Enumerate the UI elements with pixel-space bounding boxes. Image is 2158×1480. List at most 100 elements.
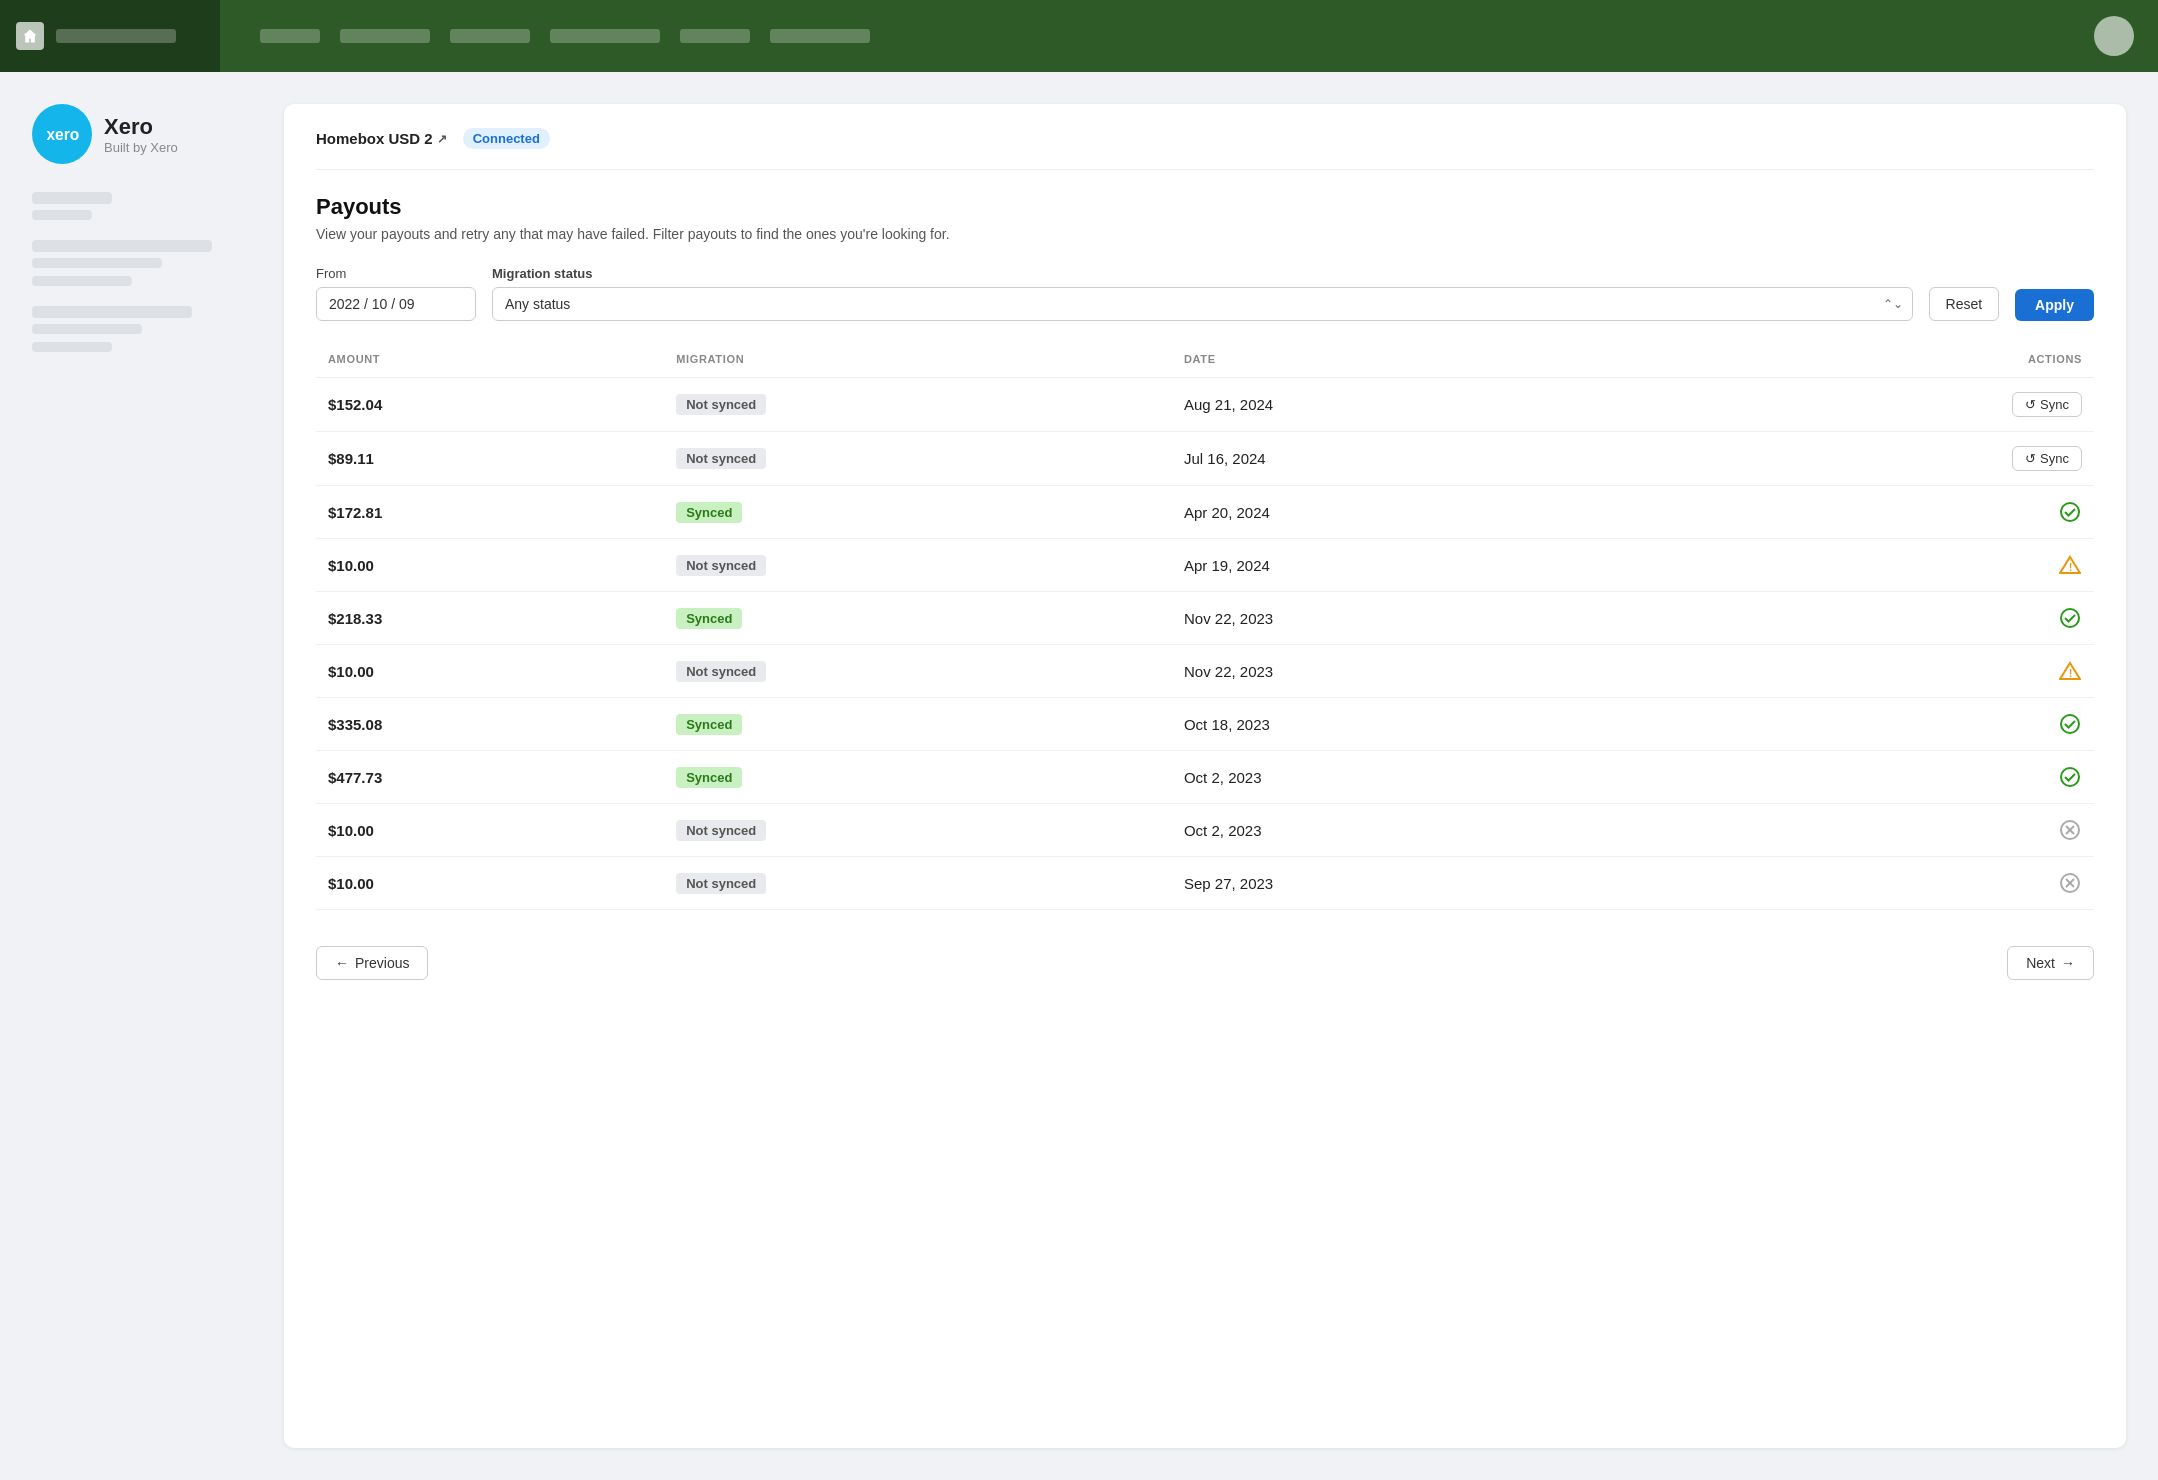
previous-button[interactable]: ← Previous — [316, 946, 428, 980]
table-row: $477.73SyncedOct 2, 2023 — [316, 751, 2094, 804]
sidebar-group-2 — [32, 240, 252, 286]
sync-button[interactable]: ↺ Sync — [2012, 446, 2082, 471]
date-cell: Oct 18, 2023 — [1172, 698, 1676, 751]
payouts-description: View your payouts and retry any that may… — [316, 226, 2094, 242]
amount-cell: $10.00 — [316, 857, 664, 910]
nav-item-5[interactable] — [680, 29, 750, 43]
user-avatar[interactable] — [2094, 16, 2134, 56]
main-layout: xero Xero Built by Xero — [0, 72, 2158, 1480]
migration-badge: Not synced — [676, 555, 766, 576]
svg-text:xero: xero — [46, 126, 79, 143]
connection-header: Homebox USD 2 ↗ Connected — [316, 128, 2094, 170]
sidebar-placeholder-6 — [32, 306, 192, 318]
date-cell: Oct 2, 2023 — [1172, 804, 1676, 857]
status-label: Migration status — [492, 266, 1913, 281]
date-cell: Sep 27, 2023 — [1172, 857, 1676, 910]
sidebar-group-1 — [32, 192, 252, 220]
date-cell: Oct 2, 2023 — [1172, 751, 1676, 804]
action-cell[interactable]: ↺ Sync — [1676, 378, 2094, 432]
sync-icon: ↺ — [2025, 397, 2036, 412]
payouts-table: Amount Migration Date Actions $152.04Not… — [316, 345, 2094, 910]
warning-icon: ! — [2058, 553, 2082, 577]
xero-brand: xero Xero Built by Xero — [32, 104, 252, 164]
action-cell — [1676, 592, 2094, 645]
col-migration: Migration — [664, 345, 1172, 378]
action-cell[interactable]: ↺ Sync — [1676, 432, 2094, 486]
sidebar-placeholder-5 — [32, 276, 132, 286]
payouts-title: Payouts — [316, 194, 2094, 220]
table-row: $10.00Not syncedNov 22, 2023! — [316, 645, 2094, 698]
date-cell: Nov 22, 2023 — [1172, 645, 1676, 698]
amount-cell: $152.04 — [316, 378, 664, 432]
check-circle-icon — [2058, 765, 2082, 789]
amount-cell: $218.33 — [316, 592, 664, 645]
app-name: Xero — [104, 114, 178, 140]
nav-item-1[interactable] — [260, 29, 320, 43]
action-cell: ! — [1676, 539, 2094, 592]
table-row: $335.08SyncedOct 18, 2023 — [316, 698, 2094, 751]
migration-cell: Synced — [664, 592, 1172, 645]
amount-cell: $172.81 — [316, 486, 664, 539]
migration-cell: Not synced — [664, 432, 1172, 486]
status-select[interactable]: Any status Synced Not synced — [492, 287, 1913, 321]
sync-icon: ↺ — [2025, 451, 2036, 466]
connection-link-text: Homebox USD 2 — [316, 130, 433, 147]
sync-button[interactable]: ↺ Sync — [2012, 392, 2082, 417]
svg-text:!: ! — [2069, 562, 2072, 573]
svg-point-8 — [2061, 768, 2079, 786]
connection-link[interactable]: Homebox USD 2 ↗ — [316, 130, 447, 147]
check-circle-icon — [2058, 500, 2082, 524]
content-area: Homebox USD 2 ↗ Connected Payouts View y… — [284, 104, 2126, 1448]
sidebar-placeholder-7 — [32, 324, 142, 334]
date-cell: Apr 19, 2024 — [1172, 539, 1676, 592]
migration-badge: Synced — [676, 608, 742, 629]
reset-button[interactable]: Reset — [1929, 287, 2000, 321]
migration-badge: Synced — [676, 502, 742, 523]
next-button[interactable]: Next → — [2007, 946, 2094, 980]
top-nav — [0, 0, 2158, 72]
date-cell: Nov 22, 2023 — [1172, 592, 1676, 645]
from-date-input[interactable] — [316, 287, 476, 321]
warning-icon: ! — [2058, 659, 2082, 683]
action-cell: ! — [1676, 645, 2094, 698]
x-circle-icon — [2058, 871, 2082, 895]
action-cell — [1676, 751, 2094, 804]
date-cell: Jul 16, 2024 — [1172, 432, 1676, 486]
from-label: From — [316, 266, 476, 281]
table-row: $10.00Not syncedOct 2, 2023 — [316, 804, 2094, 857]
migration-badge: Not synced — [676, 820, 766, 841]
sidebar: xero Xero Built by Xero — [32, 104, 252, 1448]
svg-text:!: ! — [2069, 668, 2072, 679]
nav-item-4[interactable] — [550, 29, 660, 43]
nav-brand-placeholder — [56, 29, 176, 43]
table-body: $152.04Not syncedAug 21, 2024↺ Sync$89.1… — [316, 378, 2094, 910]
svg-point-7 — [2061, 715, 2079, 733]
nav-item-3[interactable] — [450, 29, 530, 43]
nav-item-6[interactable] — [770, 29, 870, 43]
prev-arrow-icon: ← — [335, 955, 349, 971]
home-icon[interactable] — [16, 22, 44, 50]
table-row: $218.33 Synced Nov 22, 2023 — [316, 592, 2094, 645]
check-circle-icon — [2058, 606, 2082, 630]
amount-cell: $10.00 — [316, 645, 664, 698]
svg-point-4 — [2061, 609, 2079, 627]
migration-cell: Not synced — [664, 804, 1172, 857]
table-header: Amount Migration Date Actions — [316, 345, 2094, 378]
apply-button[interactable]: Apply — [2015, 289, 2094, 321]
action-cell — [1676, 804, 2094, 857]
from-filter-group: From — [316, 266, 476, 321]
sidebar-placeholder-3 — [32, 240, 212, 252]
sidebar-placeholder-8 — [32, 342, 112, 352]
previous-label: Previous — [355, 955, 409, 971]
status-select-wrapper: Any status Synced Not synced ⌃⌄ — [492, 287, 1913, 321]
external-link-icon: ↗ — [437, 132, 447, 146]
sidebar-group-3 — [32, 306, 252, 352]
next-label: Next — [2026, 955, 2055, 971]
amount-cell: $335.08 — [316, 698, 664, 751]
svg-point-1 — [2061, 503, 2079, 521]
amount-cell: $477.73 — [316, 751, 664, 804]
nav-item-2[interactable] — [340, 29, 430, 43]
migration-badge: Not synced — [676, 394, 766, 415]
table-row: $172.81SyncedApr 20, 2024 — [316, 486, 2094, 539]
migration-cell: Synced — [664, 698, 1172, 751]
